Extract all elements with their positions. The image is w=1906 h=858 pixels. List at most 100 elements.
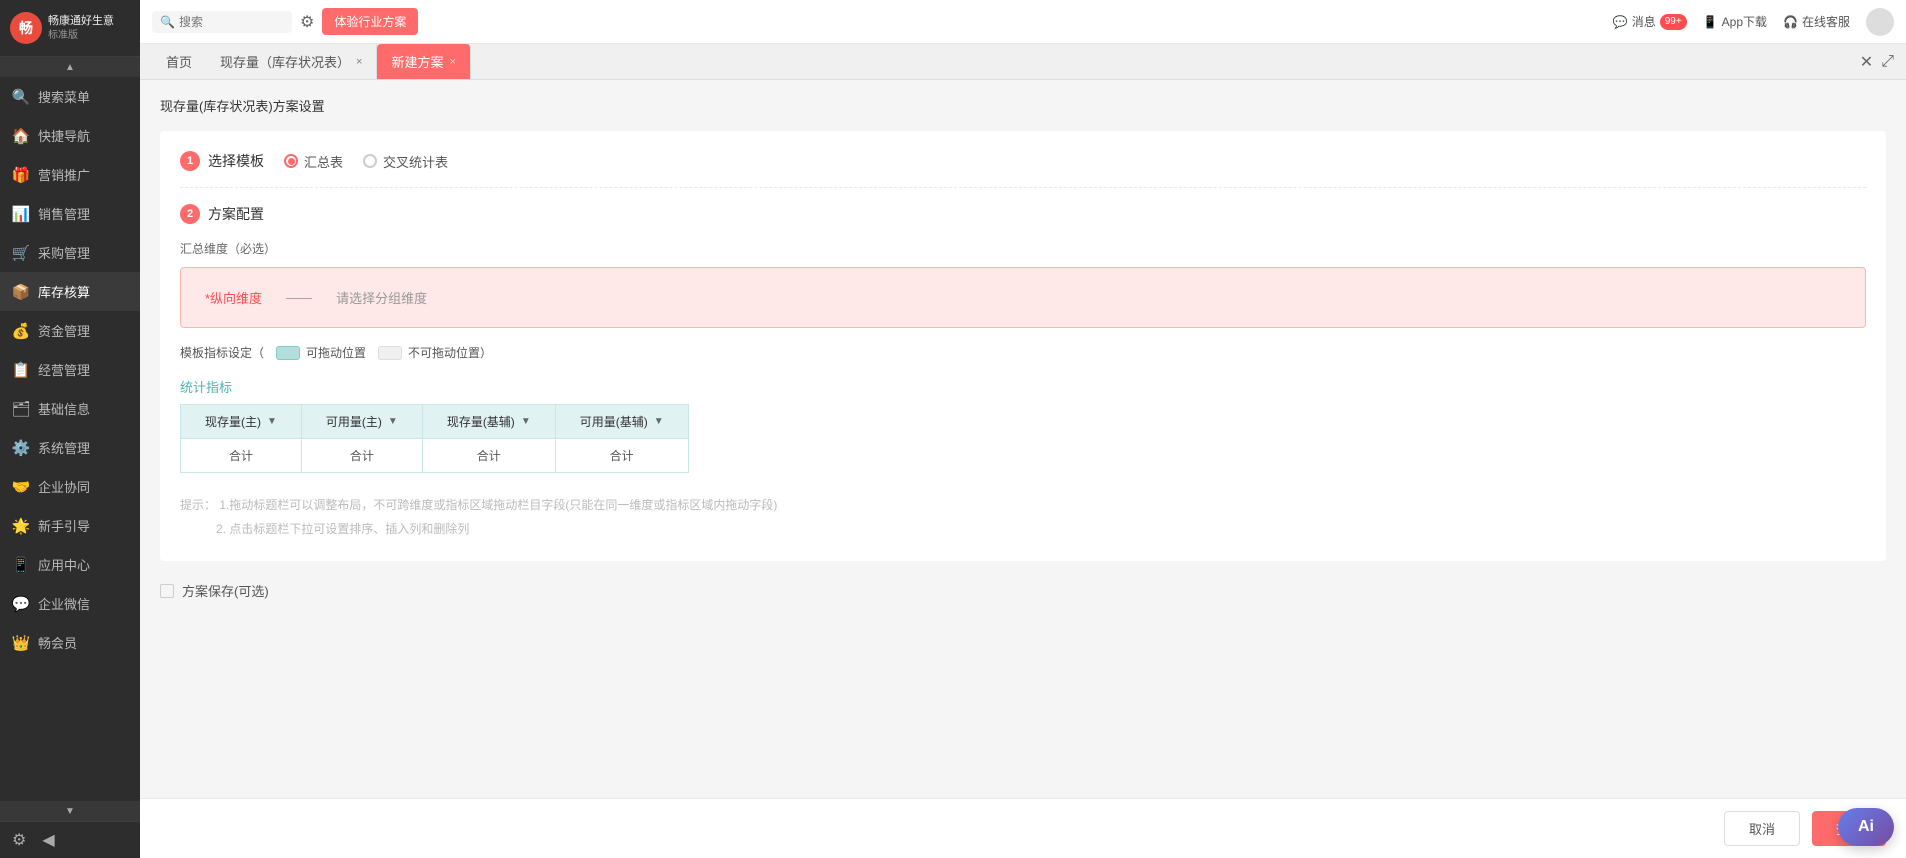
stats-cell-2: 合计	[301, 439, 422, 473]
step1-badge: 1	[180, 151, 200, 171]
member-icon: 👑	[12, 634, 30, 652]
radio-cross-label: 交叉统计表	[383, 152, 448, 171]
tab-home[interactable]: 首页	[152, 44, 206, 79]
search-box[interactable]: 🔍	[152, 11, 292, 33]
sidebar-scroll-down[interactable]: ▼	[0, 801, 140, 821]
tab-new-plan-close[interactable]: ×	[449, 56, 455, 68]
tab-inventory-label: 现存量（库存状况表）	[220, 52, 350, 71]
sidebar-bottom: ⚙ ◀	[0, 821, 140, 858]
sidebar-item-label: 快捷导航	[38, 126, 90, 145]
page-title: 现存量(库存状况表)方案设置	[160, 96, 1886, 115]
stats-section: 统计指标 现存量(主) ▼	[180, 377, 1866, 473]
sidebar-item-wechat[interactable]: 💬 企业微信	[0, 584, 140, 623]
app-download-btn[interactable]: 📱 App下载	[1703, 13, 1767, 30]
stats-table: 现存量(主) ▼ 可用量(主) ▼	[180, 404, 689, 473]
message-btn[interactable]: 💬 消息 99+	[1613, 13, 1687, 30]
step1-header: 1 选择模板 汇总表 交叉统计表	[180, 151, 1866, 171]
sidebar-item-inventory[interactable]: 📦 库存核算	[0, 272, 140, 311]
tips-section: 提示： 1.拖动标题栏可以调整布局，不可跨维度或指标区域拖动栏目字段(只能在同一…	[180, 493, 1866, 541]
stats-col-3[interactable]: 现存量(基辅) ▼	[422, 405, 555, 439]
sidebar-item-label: 资金管理	[38, 321, 90, 340]
message-badge: 99+	[1660, 14, 1687, 30]
collapse-icon[interactable]: ◀	[42, 830, 54, 850]
finance-icon: 💰	[12, 322, 30, 340]
template-radio-group: 汇总表 交叉统计表	[284, 152, 448, 171]
search-menu-icon: 🔍	[12, 88, 30, 106]
industry-btn[interactable]: 体验行业方案	[322, 8, 418, 35]
tab-inventory-close[interactable]: ×	[356, 56, 362, 68]
stats-header-row: 现存量(主) ▼ 可用量(主) ▼	[181, 405, 689, 439]
section-divider	[180, 187, 1866, 188]
search-input[interactable]	[179, 15, 269, 29]
tab-new-plan[interactable]: 新建方案 ×	[377, 44, 470, 79]
chevron-down-icon-4: ▼	[654, 416, 664, 427]
base-info-icon: 🗂	[12, 400, 30, 418]
template-indicator: 模板指标设定（ 可拖动位置 不可拖动位置）	[180, 344, 1866, 361]
app-center-icon: 📱	[12, 556, 30, 574]
stats-col-2-label: 可用量(主)	[326, 413, 382, 430]
sidebar-item-label: 采购管理	[38, 243, 90, 262]
non-draggable-box	[378, 346, 402, 360]
tab-inventory[interactable]: 现存量（库存状况表） ×	[206, 44, 377, 79]
tab-expand-btn[interactable]: ⤢	[1881, 52, 1894, 72]
quick-nav-icon: 🏠	[12, 127, 30, 145]
dimension-area[interactable]: *纵向维度 —— 请选择分组维度	[180, 267, 1866, 328]
sidebar-item-operations[interactable]: 📋 经营管理	[0, 350, 140, 389]
stats-col-1[interactable]: 现存量(主) ▼	[181, 405, 302, 439]
sidebar-item-member[interactable]: 👑 畅会员	[0, 623, 140, 662]
page-content: 现存量(库存状况表)方案设置 1 选择模板 汇总表 交叉统计表	[140, 80, 1906, 798]
radio-summary-label: 汇总表	[304, 152, 343, 171]
sidebar-item-sales[interactable]: 📊 销售管理	[0, 194, 140, 233]
bottom-bar: 取消 查询	[140, 798, 1906, 858]
topbar-right: 💬 消息 99+ 📱 App下载 🎧 在线客服	[1613, 8, 1894, 36]
draggable-indicator: 可拖动位置	[276, 344, 366, 361]
sidebar-item-label: 系统管理	[38, 438, 90, 457]
online-service-btn[interactable]: 🎧 在线客服	[1783, 13, 1850, 30]
sidebar-item-label: 应用中心	[38, 555, 90, 574]
sidebar-item-marketing[interactable]: 🎁 营销推广	[0, 155, 140, 194]
stats-col-2[interactable]: 可用量(主) ▼	[301, 405, 422, 439]
chevron-down-icon-2: ▼	[388, 416, 398, 427]
summary-dimension-label: 汇总维度（必选）	[180, 240, 1866, 257]
step2-badge: 2	[180, 204, 200, 224]
stats-col-1-label: 现存量(主)	[205, 413, 261, 430]
stats-col-4[interactable]: 可用量(基辅) ▼	[555, 405, 688, 439]
settings-icon[interactable]: ⚙	[12, 830, 26, 850]
ai-fab-button[interactable]: Ai	[1838, 808, 1894, 846]
sidebar-item-base-info[interactable]: 🗂 基础信息	[0, 389, 140, 428]
sidebar-item-system[interactable]: ⚙️ 系统管理	[0, 428, 140, 467]
sidebar-scroll-up[interactable]: ▲	[0, 57, 140, 77]
tip-2: 2. 点击标题栏下拉可设置排序、插入列和删除列	[180, 517, 1866, 541]
sidebar-item-guide[interactable]: 🌟 新手引导	[0, 506, 140, 545]
user-avatar[interactable]	[1866, 8, 1894, 36]
draggable-label: 可拖动位置	[306, 344, 366, 361]
dimension-placeholder: 请选择分组维度	[336, 288, 427, 307]
system-icon: ⚙️	[12, 439, 30, 457]
sidebar-item-enterprise[interactable]: 🤝 企业协同	[0, 467, 140, 506]
sidebar-item-purchase[interactable]: 🛒 采购管理	[0, 233, 140, 272]
search-icon: 🔍	[160, 15, 175, 29]
chevron-down-icon-1: ▼	[267, 416, 277, 427]
sidebar-item-label: 畅会员	[38, 633, 77, 652]
sidebar-item-label: 企业微信	[38, 594, 90, 613]
cancel-button[interactable]: 取消	[1724, 811, 1800, 846]
save-option: 方案保存(可选)	[160, 581, 1886, 600]
sidebar-item-search-menu[interactable]: 🔍 搜索菜单	[0, 77, 140, 116]
sidebar-item-app-center[interactable]: 📱 应用中心	[0, 545, 140, 584]
tab-close-btn[interactable]: ✕	[1860, 52, 1873, 72]
topbar-settings-icon[interactable]: ⚙	[300, 12, 314, 32]
app-download-icon: 📱	[1703, 15, 1718, 29]
required-mark: *纵向维度	[205, 288, 262, 307]
sidebar-item-finance[interactable]: 💰 资金管理	[0, 311, 140, 350]
message-label: 消息	[1632, 13, 1656, 30]
radio-cross[interactable]: 交叉统计表	[363, 152, 448, 171]
radio-summary[interactable]: 汇总表	[284, 152, 343, 171]
template-indicator-label: 模板指标设定（	[180, 344, 264, 361]
save-checkbox[interactable]	[160, 584, 174, 598]
draggable-box	[276, 346, 300, 360]
sales-icon: 📊	[12, 205, 30, 223]
tab-home-label: 首页	[166, 52, 192, 71]
enterprise-icon: 🤝	[12, 478, 30, 496]
tabs-actions: ✕ ⤢	[1860, 52, 1894, 72]
sidebar-item-quick-nav[interactable]: 🏠 快捷导航	[0, 116, 140, 155]
